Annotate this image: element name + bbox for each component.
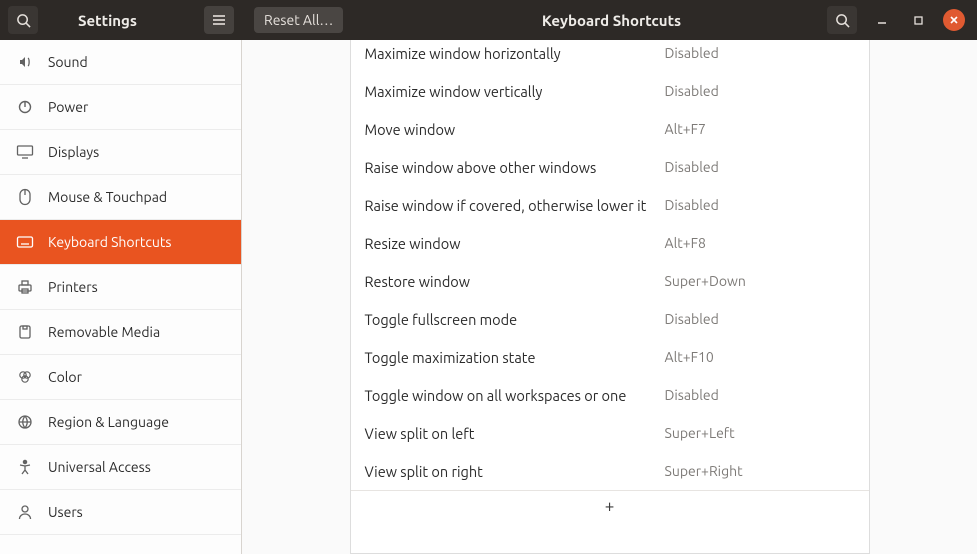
sound-icon xyxy=(16,54,34,70)
settings-title: Settings xyxy=(78,12,137,29)
shortcut-row[interactable]: Restore windowSuper+Down xyxy=(351,262,869,300)
shortcut-key: Disabled xyxy=(665,83,719,99)
shortcut-label: Raise window above other windows xyxy=(365,159,665,176)
shortcut-row[interactable]: Move windowAlt+F7 xyxy=(351,110,869,148)
shortcut-key: Alt+F8 xyxy=(665,235,706,251)
search-icon xyxy=(835,13,850,28)
sidebar-item-keyboard[interactable]: Keyboard Shortcuts xyxy=(0,220,241,265)
sidebar-item-removable[interactable]: Removable Media xyxy=(0,310,241,355)
sidebar-search-button[interactable] xyxy=(8,6,38,34)
shortcut-key: Disabled xyxy=(665,159,719,175)
shortcut-list: Maximize window horizontallyDisabledMaxi… xyxy=(351,40,869,490)
printers-icon xyxy=(16,279,34,295)
shortcut-row[interactable]: Raise window if covered, otherwise lower… xyxy=(351,186,869,224)
shortcut-key: Super+Right xyxy=(665,463,743,479)
shortcut-key: Alt+F7 xyxy=(665,121,706,137)
removable-icon xyxy=(16,324,34,340)
sidebar-item-label: Region & Language xyxy=(48,414,169,430)
window-maximize-button[interactable] xyxy=(907,9,929,31)
titlebar: Settings Reset All… Keyboard Shortcuts xyxy=(0,0,977,40)
shortcut-row[interactable]: Resize windowAlt+F8 xyxy=(351,224,869,262)
window-close-button[interactable] xyxy=(943,9,965,31)
sidebar-item-sound[interactable]: Sound xyxy=(0,40,241,85)
shortcut-row[interactable]: Toggle maximization stateAlt+F10 xyxy=(351,338,869,376)
shortcut-key: Disabled xyxy=(665,45,719,61)
region-icon xyxy=(16,414,34,430)
window-controls xyxy=(827,6,977,34)
shortcut-label: View split on left xyxy=(365,425,665,442)
shortcut-row[interactable]: Toggle window on all workspaces or oneDi… xyxy=(351,376,869,414)
keyboard-icon xyxy=(16,235,34,249)
sidebar-item-printers[interactable]: Printers xyxy=(0,265,241,310)
close-icon xyxy=(949,15,959,25)
sidebar-item-label: Keyboard Shortcuts xyxy=(48,234,171,250)
shortcut-label: Maximize window horizontally xyxy=(365,45,665,62)
page-title: Keyboard Shortcuts xyxy=(542,12,681,29)
shortcut-key: Super+Left xyxy=(665,425,735,441)
shortcut-row[interactable]: Maximize window horizontallyDisabled xyxy=(351,40,869,72)
sidebar-item-label: Printers xyxy=(48,279,98,295)
sidebar-item-label: Users xyxy=(48,504,83,520)
sidebar-item-region[interactable]: Region & Language xyxy=(0,400,241,445)
sidebar-item-users[interactable]: Users xyxy=(0,490,241,535)
sidebar-item-universal[interactable]: Universal Access xyxy=(0,445,241,490)
shortcut-key: Disabled xyxy=(665,197,719,213)
sidebar-item-power[interactable]: Power xyxy=(0,85,241,130)
content-area: Sound Power Displays Mouse & Touchpad Keyboa… xyxy=(0,40,977,554)
shortcut-label: View split on right xyxy=(365,463,665,480)
sidebar-item-color[interactable]: Color xyxy=(0,355,241,400)
main-pane: Maximize window horizontallyDisabledMaxi… xyxy=(242,40,977,554)
shortcut-row[interactable]: Raise window above other windowsDisabled xyxy=(351,148,869,186)
shortcuts-panel: Maximize window horizontallyDisabledMaxi… xyxy=(350,40,870,554)
minimize-icon xyxy=(876,14,888,26)
color-icon xyxy=(16,369,34,385)
plus-icon: + xyxy=(605,497,615,516)
mouse-icon xyxy=(16,188,34,206)
shortcut-label: Toggle maximization state xyxy=(365,349,665,366)
shortcut-key: Super+Down xyxy=(665,273,746,289)
search-icon xyxy=(16,13,31,28)
window-minimize-button[interactable] xyxy=(871,9,893,31)
sidebar-item-mouse[interactable]: Mouse & Touchpad xyxy=(0,175,241,220)
shortcut-row[interactable]: Maximize window verticallyDisabled xyxy=(351,72,869,110)
shortcuts-search-button[interactable] xyxy=(827,6,857,34)
hamburger-menu-button[interactable] xyxy=(204,6,234,34)
sidebar-item-label: Universal Access xyxy=(48,459,151,475)
shortcut-row[interactable]: Toggle fullscreen modeDisabled xyxy=(351,300,869,338)
maximize-icon xyxy=(913,15,924,26)
shortcut-key: Disabled xyxy=(665,311,719,327)
sidebar-item-label: Displays xyxy=(48,144,99,160)
shortcut-row[interactable]: View split on rightSuper+Right xyxy=(351,452,869,490)
sidebar-item-label: Mouse & Touchpad xyxy=(48,189,167,205)
add-shortcut-button[interactable]: + xyxy=(351,490,869,522)
users-icon xyxy=(16,504,34,520)
shortcut-row[interactable]: View split on leftSuper+Left xyxy=(351,414,869,452)
shortcut-key: Disabled xyxy=(665,387,719,403)
titlebar-right: Reset All… Keyboard Shortcuts xyxy=(246,6,977,34)
shortcut-label: Toggle fullscreen mode xyxy=(365,311,665,328)
hamburger-icon xyxy=(212,14,226,26)
shortcut-label: Toggle window on all workspaces or one xyxy=(365,387,665,404)
shortcut-label: Raise window if covered, otherwise lower… xyxy=(365,197,665,214)
sidebar-item-label: Sound xyxy=(48,54,88,70)
shortcut-label: Restore window xyxy=(365,273,665,290)
settings-sidebar: Sound Power Displays Mouse & Touchpad Keyboa… xyxy=(0,40,242,554)
sidebar-item-label: Removable Media xyxy=(48,324,160,340)
sidebar-item-label: Power xyxy=(48,99,88,115)
titlebar-left: Settings xyxy=(0,6,242,34)
power-icon xyxy=(16,99,34,115)
reset-all-button[interactable]: Reset All… xyxy=(254,7,343,33)
sidebar-item-displays[interactable]: Displays xyxy=(0,130,241,175)
shortcut-label: Maximize window vertically xyxy=(365,83,665,100)
shortcut-label: Move window xyxy=(365,121,665,138)
sidebar-item-label: Color xyxy=(48,369,82,385)
universal-icon xyxy=(16,459,34,475)
shortcut-key: Alt+F10 xyxy=(665,349,714,365)
displays-icon xyxy=(16,144,34,160)
shortcut-label: Resize window xyxy=(365,235,665,252)
